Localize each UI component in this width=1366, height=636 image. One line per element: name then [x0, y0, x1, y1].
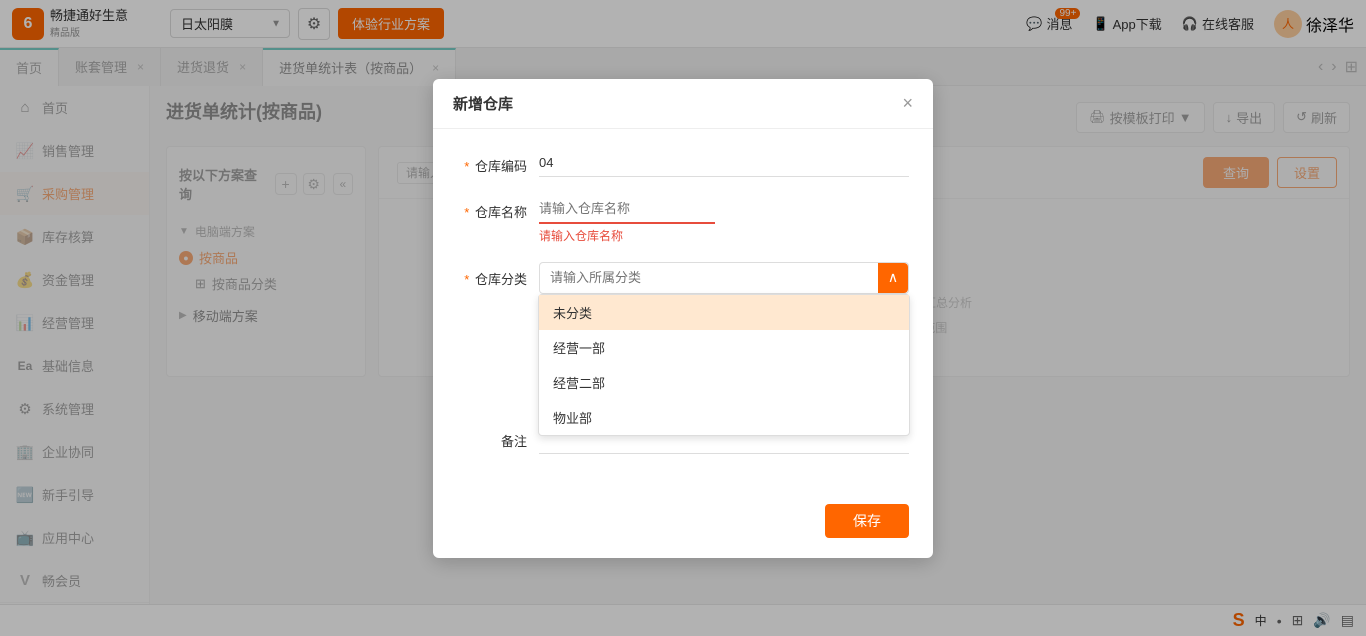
new-warehouse-dialog: 新增仓库 × * 仓库编码 * 仓库名称: [433, 79, 933, 558]
warehouse-code-input[interactable]: [539, 149, 909, 177]
category-input-row: ∧: [539, 262, 909, 294]
warehouse-name-inner: * 仓库名称 请输入仓库名称: [457, 195, 715, 244]
dialog-body: * 仓库编码 * 仓库名称 请输入仓库名称: [433, 129, 933, 492]
code-label: * 仓库编码: [457, 149, 527, 175]
dropdown-item-2[interactable]: 经营二部: [539, 365, 909, 400]
save-button[interactable]: 保存: [825, 504, 909, 538]
name-input-wrapper: 请输入仓库名称: [539, 195, 715, 244]
warehouse-category-row: * 仓库分类 ∧ 未分类 经营一部 经营二部 物业部: [457, 262, 909, 294]
category-input-wrapper: ∧ 未分类 经营一部 经营二部 物业部: [539, 262, 909, 294]
category-label: * 仓库分类: [457, 262, 527, 288]
required-star-name: *: [464, 205, 469, 220]
required-star-code: *: [464, 159, 469, 174]
dropdown-item-3[interactable]: 物业部: [539, 400, 909, 435]
warehouse-name-row: * 仓库名称 请输入仓库名称: [457, 195, 909, 244]
required-star-category: *: [464, 272, 469, 287]
chevron-up-icon: ∧: [888, 269, 898, 286]
warehouse-code-row: * 仓库编码: [457, 149, 909, 177]
dialog-header: 新增仓库 ×: [433, 79, 933, 129]
name-error-msg: 请输入仓库名称: [539, 227, 715, 244]
dialog-title: 新增仓库: [453, 93, 513, 114]
name-label: * 仓库名称: [457, 195, 527, 221]
dialog-close-button[interactable]: ×: [902, 94, 913, 112]
warehouse-name-input[interactable]: [539, 195, 715, 224]
note-label: 备注: [457, 424, 527, 450]
category-dropdown: 未分类 经营一部 经营二部 物业部: [538, 294, 910, 436]
dropdown-item-0[interactable]: 未分类: [539, 295, 909, 330]
dropdown-item-1[interactable]: 经营一部: [539, 330, 909, 365]
category-toggle-button[interactable]: ∧: [878, 263, 908, 293]
dialog-overlay: 新增仓库 × * 仓库编码 * 仓库名称: [0, 0, 1366, 636]
dialog-footer: 保存: [433, 492, 933, 558]
category-input[interactable]: [540, 264, 878, 291]
